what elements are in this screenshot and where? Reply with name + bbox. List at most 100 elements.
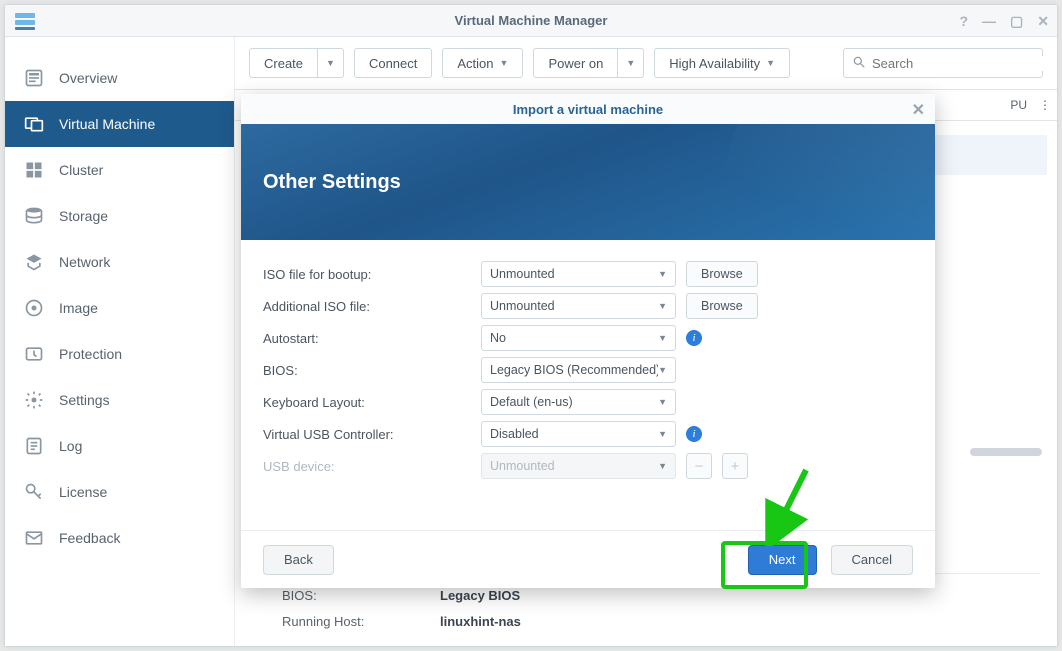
sidebar-item-license[interactable]: License [5,469,234,515]
keyboard-label: Keyboard Layout: [263,395,481,410]
toolbar: Create ▼ Connect Action▼ Power on ▼ High… [235,37,1057,89]
mail-icon [23,527,45,549]
sidebar-item-cluster[interactable]: Cluster [5,147,234,193]
chevron-down-icon: ▼ [626,58,635,68]
close-window-icon[interactable]: ✕ [1037,13,1049,30]
storage-icon [23,205,45,227]
detail-host-value: linuxhint-nas [440,614,521,629]
sidebar-item-label: Image [59,300,98,316]
iso-boot-browse-button[interactable]: Browse [686,261,758,287]
sidebar: Overview Virtual Machine Cluster Storage… [5,37,235,646]
network-icon [23,251,45,273]
sidebar-item-virtual-machine[interactable]: Virtual Machine [5,101,234,147]
sidebar-item-label: Cluster [59,162,103,178]
sidebar-item-storage[interactable]: Storage [5,193,234,239]
iso-boot-select[interactable]: Unmounted▼ [481,261,676,287]
sidebar-item-label: Feedback [59,530,120,546]
info-icon[interactable]: i [686,426,702,442]
bios-label: BIOS: [263,363,481,378]
iso-boot-label: ISO file for bootup: [263,267,481,282]
chevron-down-icon: ▼ [658,269,667,279]
action-button[interactable]: Action▼ [442,48,523,78]
window-title: Virtual Machine Manager [455,13,608,28]
iso-additional-browse-button[interactable]: Browse [686,293,758,319]
app-icon [13,9,37,33]
chevron-down-icon: ▼ [326,58,335,68]
chevron-down-icon: ▼ [658,397,667,407]
dialog-body: ISO file for bootup: Unmounted▼ Browse A… [241,240,935,530]
chevron-down-icon: ▼ [658,461,667,471]
table-columns-menu[interactable]: ⋮ [1033,98,1057,112]
usb-remove-button[interactable]: − [686,453,712,479]
sidebar-item-feedback[interactable]: Feedback [5,515,234,561]
detail-host-label: Running Host: [270,614,440,629]
import-vm-dialog: Import a virtual machine ✕ Other Setting… [241,94,935,588]
cluster-icon [23,159,45,181]
sidebar-item-label: Settings [59,392,110,408]
protection-icon [23,343,45,365]
scrollbar[interactable] [970,448,1042,456]
overview-icon [23,67,45,89]
detail-bios-label: BIOS: [270,588,440,603]
autostart-select[interactable]: No▼ [481,325,676,351]
vm-icon [23,113,45,135]
dialog-hero-title: Other Settings [263,171,401,194]
sidebar-item-image[interactable]: Image [5,285,234,331]
next-button[interactable]: Next [748,545,817,575]
usb-device-select: Unmounted▼ [481,453,676,479]
log-icon [23,435,45,457]
power-on-button[interactable]: Power on [533,48,618,78]
info-icon[interactable]: i [686,330,702,346]
usb-add-button[interactable]: + [722,453,748,479]
search-icon [852,55,866,72]
connect-button[interactable]: Connect [354,48,432,78]
key-icon [23,481,45,503]
minimize-icon[interactable]: — [982,13,996,29]
dialog-title: Import a virtual machine [513,102,663,117]
cancel-button[interactable]: Cancel [831,545,913,575]
chevron-down-icon: ▼ [658,429,667,439]
usb-device-label: USB device: [263,459,481,474]
close-icon[interactable]: ✕ [912,100,925,120]
create-button[interactable]: Create [249,48,318,78]
power-on-dropdown[interactable]: ▼ [618,48,644,78]
sidebar-item-label: Network [59,254,110,270]
sidebar-item-overview[interactable]: Overview [5,55,234,101]
search-box[interactable] [843,48,1043,78]
back-button[interactable]: Back [263,545,334,575]
detail-bios-value: Legacy BIOS [440,588,520,603]
usb-controller-label: Virtual USB Controller: [263,427,481,442]
dialog-titlebar: Import a virtual machine ✕ [241,94,935,124]
bios-select[interactable]: Legacy BIOS (Recommended)▼ [481,357,676,383]
sidebar-item-network[interactable]: Network [5,239,234,285]
chevron-down-icon: ▼ [658,365,667,375]
chevron-down-icon: ▼ [658,333,667,343]
sidebar-item-label: Overview [59,70,117,86]
autostart-label: Autostart: [263,331,481,346]
image-icon [23,297,45,319]
help-icon[interactable]: ? [959,13,968,29]
title-bar: Virtual Machine Manager ? — ▢ ✕ [5,5,1057,37]
chevron-down-icon: ▼ [766,58,775,68]
sidebar-item-label: License [59,484,107,500]
dialog-footer: Back Next Cancel [241,530,935,588]
chevron-down-icon: ▼ [500,58,509,68]
gear-icon [23,389,45,411]
sidebar-item-label: Virtual Machine [59,116,155,132]
high-availability-button[interactable]: High Availability▼ [654,48,790,78]
iso-additional-label: Additional ISO file: [263,299,481,314]
sidebar-item-label: Storage [59,208,108,224]
chevron-down-icon: ▼ [658,301,667,311]
keyboard-select[interactable]: Default (en-us)▼ [481,389,676,415]
search-input[interactable] [872,56,1048,71]
create-dropdown[interactable]: ▼ [318,48,344,78]
sidebar-item-log[interactable]: Log [5,423,234,469]
maximize-icon[interactable]: ▢ [1010,13,1023,30]
usb-controller-select[interactable]: Disabled▼ [481,421,676,447]
sidebar-item-protection[interactable]: Protection [5,331,234,377]
sidebar-item-settings[interactable]: Settings [5,377,234,423]
col-cpu: PU [973,98,1033,112]
dialog-hero: Other Settings [241,124,935,240]
sidebar-item-label: Log [59,438,82,454]
iso-additional-select[interactable]: Unmounted▼ [481,293,676,319]
